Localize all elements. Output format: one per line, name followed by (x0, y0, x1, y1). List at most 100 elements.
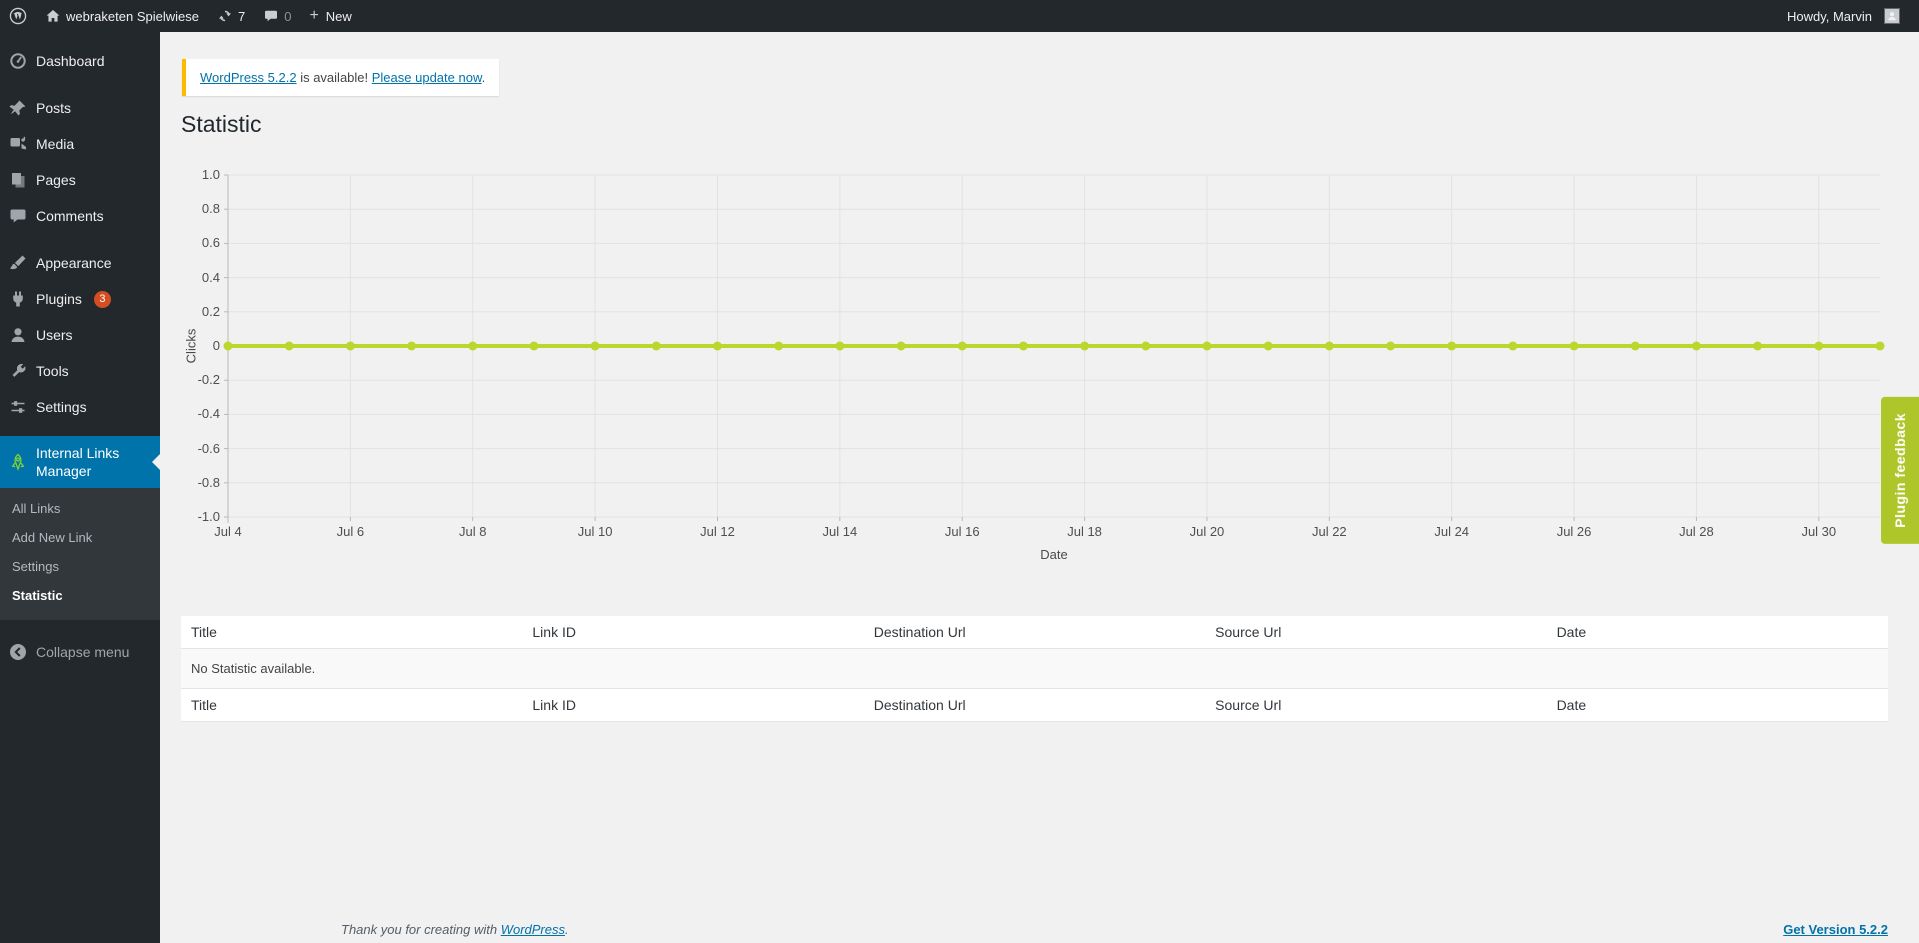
main-content: WordPress 5.2.2 is available! Please upd… (160, 32, 1919, 943)
data-point (1691, 341, 1701, 351)
data-point (1202, 341, 1212, 351)
x-tick-label: Jul 30 (1801, 524, 1837, 539)
wordpress-version-link[interactable]: WordPress 5.2.2 (200, 70, 297, 85)
chart-x-axis-label: Date (1040, 547, 1068, 562)
x-tick-label: Jul 16 (944, 524, 980, 539)
column-header: Date (1556, 624, 1587, 640)
new-button[interactable]: + New (300, 0, 360, 32)
sidebar-item-posts[interactable]: Posts (0, 90, 160, 126)
sidebar-item-media[interactable]: Media (0, 126, 160, 162)
y-tick-label: 1.0 (201, 167, 220, 182)
x-tick-label: Jul 14 (822, 524, 858, 539)
rocket-icon (11, 453, 25, 471)
data-point (529, 341, 539, 351)
comments-button[interactable]: 0 (254, 0, 300, 32)
column-header: Title (191, 624, 217, 640)
submenu-item-add-new-link[interactable]: Add New Link (0, 523, 160, 552)
wordpress-link[interactable]: WordPress (501, 922, 565, 937)
x-tick-label: Jul 12 (700, 524, 735, 539)
update-now-link[interactable]: Please update now (372, 70, 482, 85)
wordpress-logo-icon[interactable] (0, 0, 36, 32)
data-point (345, 341, 355, 351)
sidebar-item-pages[interactable]: Pages (0, 162, 160, 198)
account-menu[interactable]: Howdy, Marvin (1778, 0, 1909, 32)
y-tick-label: 0.8 (201, 201, 220, 217)
brush-icon (10, 255, 26, 270)
admin-bar: webraketen Spielwiese 7 0 + New Howdy, M… (0, 0, 1919, 32)
x-tick-label: Jul 10 (577, 524, 613, 539)
sidebar-item-appearance[interactable]: Appearance (0, 245, 160, 281)
sidebar-item-dashboard[interactable]: Dashboard (0, 43, 160, 79)
admin-sidebar: Dashboard Posts Media Pages Comments App… (0, 32, 160, 943)
column-header: Date (1556, 697, 1587, 713)
x-tick-label: Jul 18 (1067, 524, 1102, 539)
data-point (774, 341, 784, 351)
sidebar-item-users[interactable]: Users (0, 317, 160, 353)
data-point (651, 341, 661, 351)
data-point (1630, 341, 1640, 351)
sidebar-item-label: Posts (36, 100, 72, 116)
data-point (1141, 341, 1151, 351)
clicks-chart: Clicks 1.0 0.8 0.6 0.4 0.2 0 -0.2 -0.4 -0.6 -0.8-… (181, 167, 1888, 583)
site-name-link[interactable]: webraketen Spielwiese (36, 0, 208, 32)
y-tick-label: 0.4 (201, 269, 220, 285)
sidebar-item-comments[interactable]: Comments (0, 198, 160, 234)
comment-icon (10, 209, 26, 223)
plug-icon (13, 291, 23, 307)
avatar (1884, 8, 1900, 24)
footer-thanks: Thank you for creating with WordPress. (341, 922, 569, 937)
collapse-menu-button[interactable]: Collapse menu (0, 634, 160, 670)
data-point (1080, 341, 1090, 351)
chart-plot-area: 1.0 0.8 0.6 0.4 0.2 0 -0.2 -0.4 -0.6 -0.8 -1.0 Jul … (198, 167, 1885, 539)
data-point (1447, 341, 1457, 351)
sidebar-item-label: Appearance (36, 255, 112, 271)
submenu-item-settings[interactable]: Settings (0, 552, 160, 581)
data-point (1569, 341, 1579, 351)
data-point (1508, 341, 1518, 351)
plugins-update-badge: 3 (93, 290, 111, 308)
notice-text: is available! (296, 70, 372, 85)
data-point (957, 341, 967, 351)
column-header: Source Url (1215, 624, 1282, 640)
sliders-icon (11, 401, 25, 413)
x-tick-label: Jul 4 (214, 524, 242, 539)
column-header: Title (191, 697, 217, 713)
update-icon (218, 10, 231, 22)
sidebar-item-plugins[interactable]: Plugins 3 (0, 281, 160, 317)
sidebar-item-internal-links-manager[interactable]: Internal Links Manager (0, 436, 160, 488)
y-tick-label: -0.8 (197, 474, 220, 490)
x-tick-label: Jul 26 (1556, 524, 1592, 539)
data-point (284, 341, 294, 351)
y-tick-label: 0.6 (201, 235, 220, 251)
y-tick-label: -0.4 (197, 406, 220, 422)
new-label: New (325, 8, 352, 24)
home-icon (46, 10, 60, 22)
comment-bubble-icon (265, 10, 278, 22)
submenu-item-statistic[interactable]: Statistic (0, 581, 160, 610)
data-point (712, 341, 722, 351)
sidebar-item-settings[interactable]: Settings (0, 389, 160, 425)
updates-button[interactable]: 7 (208, 0, 254, 32)
sidebar-item-label: Settings (36, 399, 87, 415)
table-empty-row: No Statistic available. (181, 648, 1888, 689)
wrench-icon (12, 363, 26, 377)
data-point (1875, 341, 1885, 351)
sidebar-item-tools[interactable]: Tools (0, 353, 160, 389)
comment-count: 0 (284, 8, 292, 24)
column-header: Destination Url (873, 624, 966, 640)
x-tick-label: Jul 28 (1679, 524, 1714, 539)
sidebar-item-label: Pages (36, 172, 76, 188)
get-version-link[interactable]: Get Version 5.2.2 (1783, 922, 1888, 937)
sidebar-item-label: Comments (36, 208, 104, 224)
data-point (1018, 341, 1028, 351)
column-header: Link ID (532, 697, 576, 713)
stats-table: Title Link ID Destination Url Source Url Dat… (181, 616, 1888, 722)
sidebar-item-label: Media (36, 136, 75, 152)
data-point (468, 341, 478, 351)
x-tick-label: Jul 24 (1434, 524, 1470, 539)
page-title: Statistic (181, 111, 262, 137)
sidebar-item-label: Internal Links Manager (36, 445, 120, 479)
plugin-feedback-tab[interactable]: Plugin feedback (1881, 397, 1919, 544)
data-point (590, 341, 600, 351)
submenu-item-all-links[interactable]: All Links (0, 494, 160, 523)
